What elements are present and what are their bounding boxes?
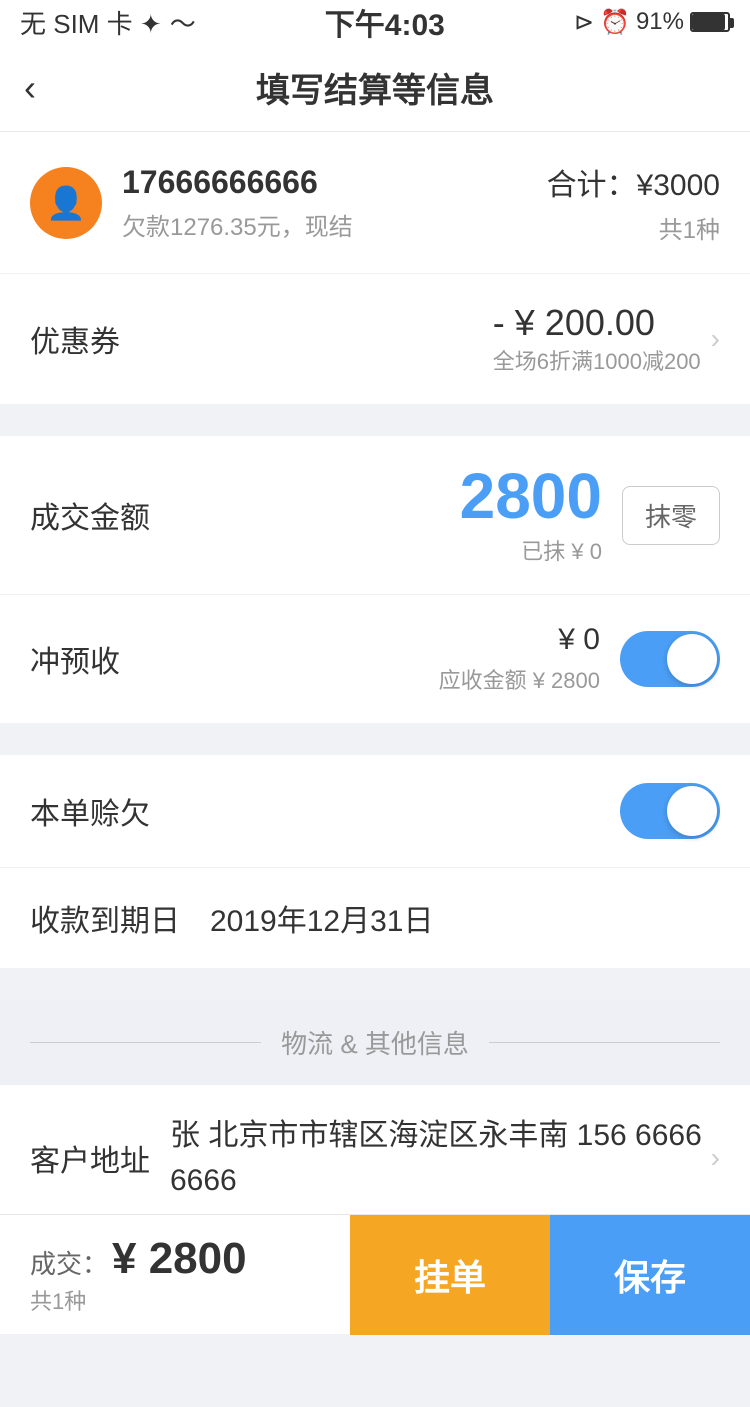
sim-status: 无 SIM 卡 ✦ bbox=[20, 4, 162, 41]
prepay-values: ¥ 0 应收金额 ¥ 2800 bbox=[439, 623, 600, 695]
hold-button[interactable]: 挂单 bbox=[350, 1215, 550, 1335]
avatar: 👤 bbox=[30, 167, 102, 239]
due-date-label: 收款到期日 bbox=[30, 896, 180, 940]
deal-row: 成交金额 2800 已抹 ¥ 0 抹零 bbox=[0, 436, 750, 594]
deal-section: 成交金额 2800 已抹 ¥ 0 抹零 冲预收 ¥ 0 应收金额 ¥ 2800 bbox=[0, 436, 750, 723]
divider-line-right bbox=[489, 1042, 720, 1043]
round-button[interactable]: 抹零 bbox=[622, 486, 720, 545]
address-content: 张 北京市市辖区海淀区永丰南 156 6666 6666 bbox=[170, 1113, 711, 1203]
coupon-info: - ¥ 200.00 全场6折满1000减200 bbox=[493, 302, 701, 376]
prepay-amount: ¥ 0 bbox=[439, 623, 600, 657]
deal-amount-wrapper: 2800 已抹 ¥ 0 bbox=[460, 464, 602, 566]
status-time: 下午4:03 bbox=[325, 0, 445, 44]
logistics-label: 物流 & 其他信息 bbox=[281, 1024, 469, 1061]
footer-count: 共1种 bbox=[30, 1284, 320, 1316]
back-button[interactable]: ‹ bbox=[24, 67, 36, 109]
divider-1 bbox=[0, 420, 750, 436]
customer-sub: 欠款1276.35元，现结 bbox=[122, 207, 353, 242]
location-icon: ⊳ bbox=[574, 8, 594, 37]
divider-line-left bbox=[30, 1042, 261, 1043]
footer-bar: 成交： ¥ 2800 共1种 挂单 保存 bbox=[0, 1214, 750, 1334]
due-date-value: 2019年12月31日 bbox=[210, 896, 433, 940]
chevron-right-icon: › bbox=[711, 323, 720, 355]
wifi-icon: 〜 bbox=[170, 4, 196, 41]
deal-sub: 已抹 ¥ 0 bbox=[460, 534, 602, 566]
customer-right: 合计：¥3000 共1种 bbox=[547, 160, 720, 245]
coupon-desc: 全场6折满1000减200 bbox=[493, 344, 701, 376]
battery-icon bbox=[690, 12, 730, 32]
coupon-right: - ¥ 200.00 全场6折满1000减200 › bbox=[493, 302, 720, 376]
footer-deal-label: 成交： bbox=[30, 1244, 108, 1281]
status-right: ⊳ ⏰ 91% bbox=[574, 8, 730, 37]
nav-bar: ‹ 填写结算等信息 bbox=[0, 44, 750, 132]
prepay-toggle[interactable] bbox=[620, 631, 720, 687]
divider-2 bbox=[0, 739, 750, 755]
prepay-row: 冲预收 ¥ 0 应收金额 ¥ 2800 bbox=[0, 594, 750, 723]
save-button[interactable]: 保存 bbox=[550, 1215, 750, 1335]
due-date-row: 收款到期日 2019年12月31日 bbox=[0, 867, 750, 968]
status-left: 无 SIM 卡 ✦ 〜 bbox=[20, 4, 196, 41]
footer-deal-row: 成交： ¥ 2800 bbox=[30, 1234, 320, 1284]
battery-level: 91% bbox=[636, 8, 684, 36]
page-title: 填写结算等信息 bbox=[256, 63, 494, 112]
coupon-discount: - ¥ 200.00 bbox=[493, 302, 701, 344]
prepay-right: ¥ 0 应收金额 ¥ 2800 bbox=[439, 623, 720, 695]
alarm-icon: ⏰ bbox=[600, 8, 630, 37]
customer-phone: 17666666666 bbox=[122, 164, 353, 201]
address-row[interactable]: 客户地址 张 北京市市辖区海淀区永丰南 156 6666 6666 › bbox=[0, 1085, 750, 1231]
customer-row: 👤 17666666666 欠款1276.35元，现结 合计：¥3000 共1种 bbox=[0, 132, 750, 273]
debit-label: 本单赊欠 bbox=[30, 789, 150, 833]
address-label: 客户地址 bbox=[30, 1136, 150, 1180]
address-section: 客户地址 张 北京市市辖区海淀区永丰南 156 6666 6666 › bbox=[0, 1085, 750, 1231]
customer-info: 17666666666 欠款1276.35元，现结 bbox=[122, 164, 353, 242]
debit-toggle[interactable] bbox=[620, 783, 720, 839]
customer-section: 👤 17666666666 欠款1276.35元，现结 合计：¥3000 共1种… bbox=[0, 132, 750, 404]
status-bar: 无 SIM 卡 ✦ 〜 下午4:03 ⊳ ⏰ 91% bbox=[0, 0, 750, 44]
prepay-sub: 应收金额 ¥ 2800 bbox=[439, 663, 600, 695]
prepay-label: 冲预收 bbox=[30, 637, 120, 681]
total-count: 共1种 bbox=[547, 210, 720, 245]
customer-left: 👤 17666666666 欠款1276.35元，现结 bbox=[30, 164, 353, 242]
debit-row: 本单赊欠 bbox=[0, 755, 750, 867]
deal-label: 成交金额 bbox=[30, 493, 150, 537]
divider-3 bbox=[0, 984, 750, 1000]
deal-right: 2800 已抹 ¥ 0 抹零 bbox=[460, 464, 720, 566]
logistics-header: 物流 & 其他信息 bbox=[0, 1000, 750, 1085]
coupon-label: 优惠券 bbox=[30, 317, 120, 361]
debit-section: 本单赊欠 收款到期日 2019年12月31日 bbox=[0, 755, 750, 968]
footer-summary: 成交： ¥ 2800 共1种 bbox=[0, 1234, 350, 1316]
footer-deal-amount: ¥ 2800 bbox=[112, 1234, 247, 1284]
coupon-row[interactable]: 优惠券 - ¥ 200.00 全场6折满1000减200 › bbox=[0, 273, 750, 404]
address-chevron-icon: › bbox=[711, 1142, 720, 1174]
total-amount: 合计：¥3000 bbox=[547, 160, 720, 204]
deal-amount: 2800 bbox=[460, 464, 602, 528]
avatar-icon: 👤 bbox=[46, 184, 86, 222]
